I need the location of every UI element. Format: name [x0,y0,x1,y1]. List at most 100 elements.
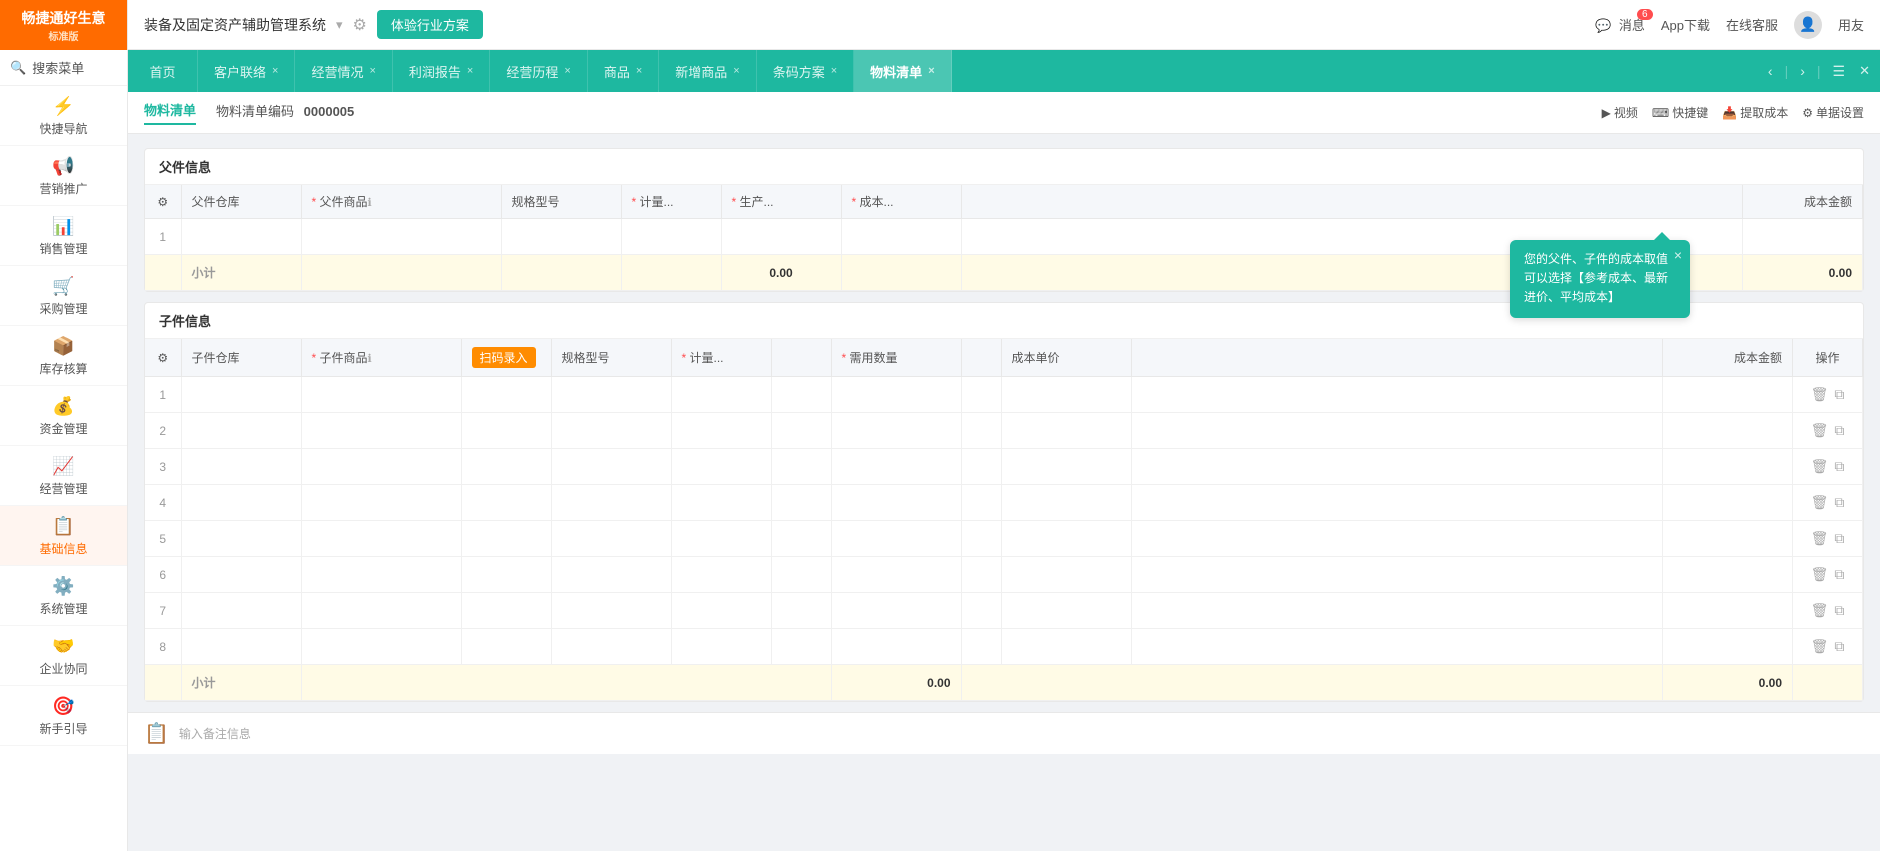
child-row-2-warehouse[interactable] [181,413,301,449]
sidebar-item-enterprise[interactable]: 🤝 企业协同 [0,626,127,686]
nav-menu-icon[interactable]: ☰ [1829,63,1850,80]
child-row-4-warehouse[interactable] [181,485,301,521]
child-row-7-warehouse[interactable] [181,593,301,629]
tab-goods-close[interactable]: × [636,65,642,77]
child-row-4-unit-cost[interactable] [1001,485,1131,521]
tab-bom-close[interactable]: × [928,65,934,77]
copy-row-5-icon[interactable]: ⧉ [1834,530,1844,547]
child-row-2-goods[interactable] [301,413,461,449]
child-row-2-qty[interactable] [831,413,961,449]
action-extract-cost[interactable]: 📥 提取成本 [1722,104,1788,121]
tab-new-goods-close[interactable]: × [733,65,739,77]
message-icon-wrap[interactable]: 💬 6 消息 [1595,15,1645,34]
child-row-6-spec[interactable] [551,557,671,593]
sidebar-item-purchase[interactable]: 🛒 采购管理 [0,266,127,326]
bottom-hint[interactable]: 输入备注信息 [179,725,251,742]
trial-button[interactable]: 体验行业方案 [377,10,483,39]
parent-row-1-cost[interactable] [841,219,961,255]
delete-row-2-icon[interactable]: 🗑 [1811,422,1829,439]
tooltip-close-button[interactable]: × [1674,244,1682,266]
tab-customer[interactable]: 客户联络 × [198,50,295,92]
delete-row-1-icon[interactable]: 🗑 [1811,386,1829,403]
online-service-link[interactable]: 在线客服 [1726,15,1778,34]
child-row-3-qty[interactable] [831,449,961,485]
child-row-8-goods[interactable] [301,629,461,665]
delete-row-3-icon[interactable]: 🗑 [1811,458,1829,475]
child-row-2-spec[interactable] [551,413,671,449]
child-row-8-spec[interactable] [551,629,671,665]
child-row-2-unit[interactable] [671,413,771,449]
child-row-6-warehouse[interactable] [181,557,301,593]
nav-left-arrow[interactable]: ‹ [1764,63,1777,80]
tab-history[interactable]: 经营历程 × [490,50,587,92]
child-row-1-goods[interactable] [301,377,461,413]
child-row-7-unit[interactable] [671,593,771,629]
copy-row-4-icon[interactable]: ⧉ [1834,494,1844,511]
tab-goods[interactable]: 商品 × [588,50,659,92]
child-row-1-unit[interactable] [671,377,771,413]
child-col-settings[interactable]: ⚙ [145,339,181,377]
action-doc-settings[interactable]: ⚙ 单据设置 [1802,104,1864,121]
child-row-5-warehouse[interactable] [181,521,301,557]
sidebar-item-guide[interactable]: 🎯 新手引导 [0,686,127,746]
tab-profit-close[interactable]: × [467,65,473,77]
settings-icon[interactable]: ⚙ [353,15,367,35]
dropdown-arrow-icon[interactable]: ▾ [336,17,343,33]
nav-right-arrow[interactable]: › [1796,63,1809,80]
child-row-6-qty[interactable] [831,557,961,593]
child-row-7-goods[interactable] [301,593,461,629]
parent-row-1-unit[interactable] [621,219,721,255]
copy-row-7-icon[interactable]: ⧉ [1834,602,1844,619]
delete-row-8-icon[interactable]: 🗑 [1811,638,1829,655]
child-row-4-goods[interactable] [301,485,461,521]
tab-bom[interactable]: 物料清单 × [854,50,951,92]
child-row-3-spec[interactable] [551,449,671,485]
sidebar-item-search[interactable]: 🔍 搜索菜单 [0,50,127,86]
sidebar-item-quick-nav[interactable]: ⚡ 快捷导航 [0,86,127,146]
sidebar-item-basic-info[interactable]: 📋 基础信息 [0,506,127,566]
child-row-3-goods[interactable] [301,449,461,485]
parent-row-1-spec[interactable] [501,219,621,255]
child-row-7-unit-cost[interactable] [1001,593,1131,629]
child-row-4-spec[interactable] [551,485,671,521]
tab-operation-status[interactable]: 经营情况 × [295,50,392,92]
child-col-scan[interactable]: 扫码录入 [461,339,551,377]
copy-row-6-icon[interactable]: ⧉ [1834,566,1844,583]
child-row-4-qty[interactable] [831,485,961,521]
child-row-1-warehouse[interactable] [181,377,301,413]
child-row-5-unit[interactable] [671,521,771,557]
child-row-5-goods[interactable] [301,521,461,557]
child-row-8-unit-cost[interactable] [1001,629,1131,665]
child-row-8-unit[interactable] [671,629,771,665]
child-row-4-unit[interactable] [671,485,771,521]
delete-row-4-icon[interactable]: 🗑 [1811,494,1829,511]
tab-home[interactable]: 首页 [128,50,198,92]
add-row-icon[interactable]: 📋 [144,721,169,746]
child-row-6-unit[interactable] [671,557,771,593]
tab-customer-close[interactable]: × [272,65,278,77]
child-row-7-qty[interactable] [831,593,961,629]
delete-row-6-icon[interactable]: 🗑 [1811,566,1829,583]
child-row-8-qty[interactable] [831,629,961,665]
parent-row-1-produce[interactable] [721,219,841,255]
tab-barcode[interactable]: 条码方案 × [757,50,854,92]
copy-row-3-icon[interactable]: ⧉ [1834,458,1844,475]
child-row-2-unit-cost[interactable] [1001,413,1131,449]
child-row-6-unit-cost[interactable] [1001,557,1131,593]
action-shortcut[interactable]: ⌨ 快捷键 [1652,104,1708,121]
sidebar-item-sales[interactable]: 📊 销售管理 [0,206,127,266]
copy-row-8-icon[interactable]: ⧉ [1834,638,1844,655]
parent-row-1-goods[interactable] [301,219,501,255]
child-row-8-warehouse[interactable] [181,629,301,665]
tab-operation-status-close[interactable]: × [369,65,375,77]
copy-row-2-icon[interactable]: ⧉ [1834,422,1844,439]
child-row-1-spec[interactable] [551,377,671,413]
sub-tab-bom[interactable]: 物料清单 [144,100,196,125]
delete-row-7-icon[interactable]: 🗑 [1811,602,1829,619]
child-row-5-spec[interactable] [551,521,671,557]
child-row-6-goods[interactable] [301,557,461,593]
sidebar-item-marketing[interactable]: 📢 营销推广 [0,146,127,206]
child-row-1-unit-cost[interactable] [1001,377,1131,413]
parent-col-settings[interactable]: ⚙ [145,185,181,219]
scan-button[interactable]: 扫码录入 [472,347,536,368]
